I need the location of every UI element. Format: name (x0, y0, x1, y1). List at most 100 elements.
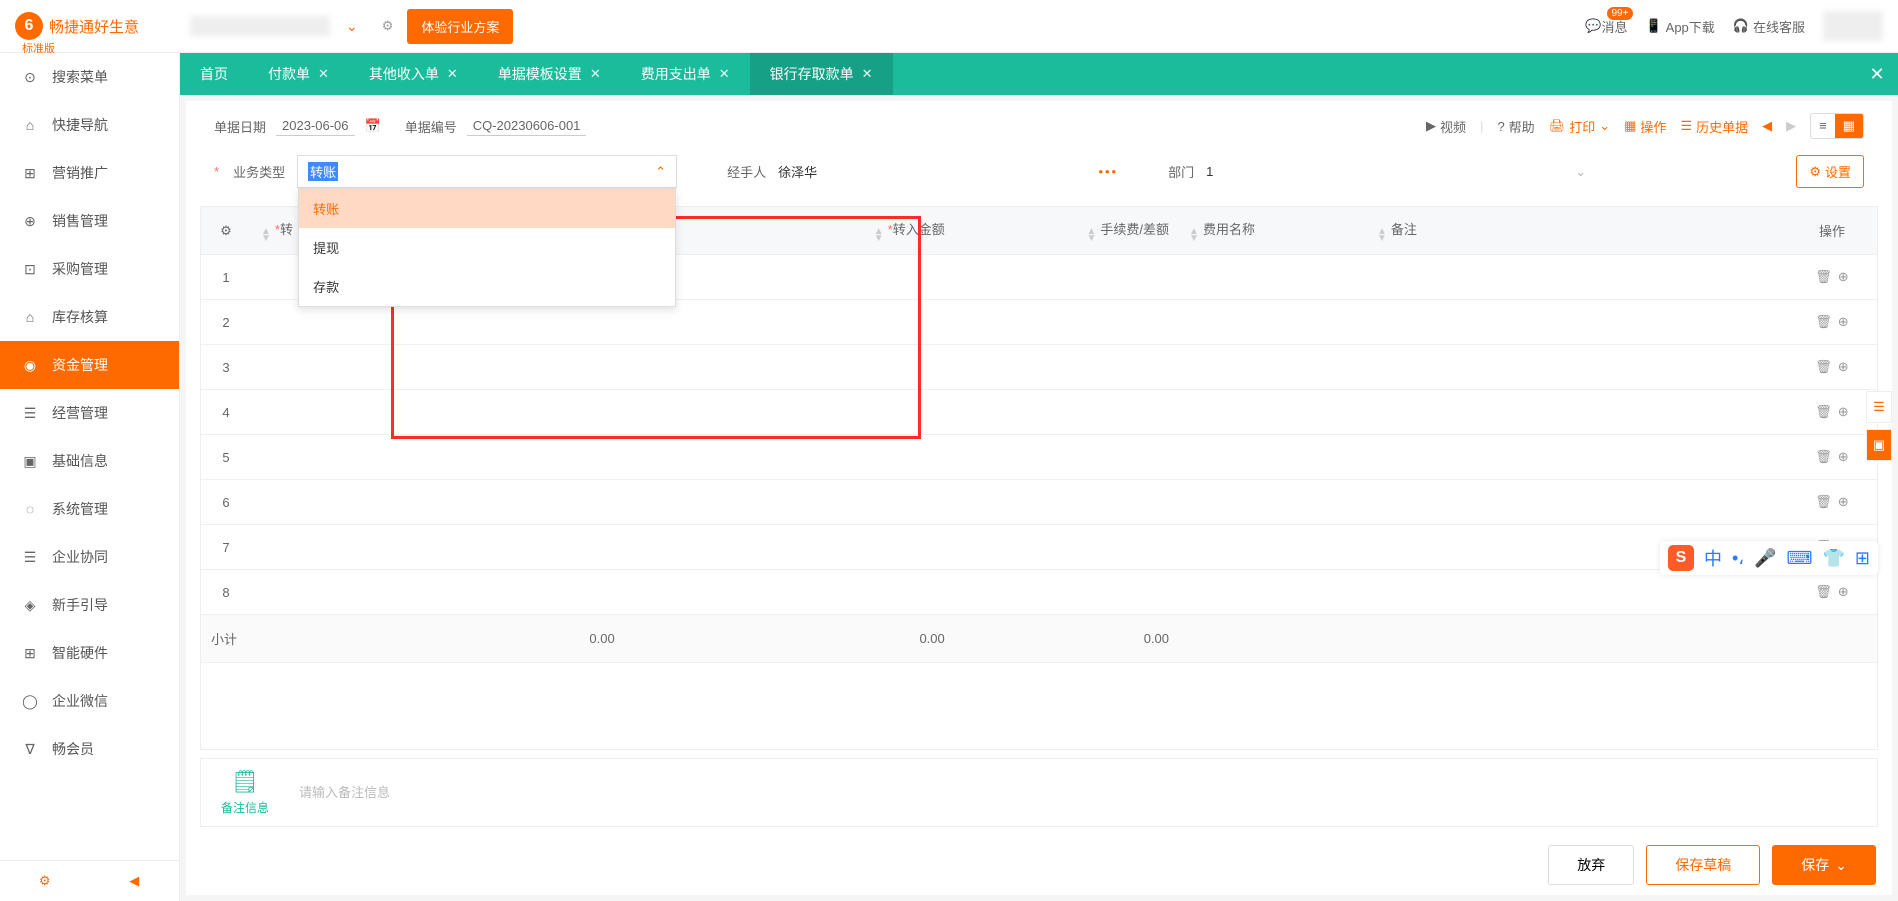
sidebar-item-5[interactable]: ⌂库存核算 (0, 293, 179, 341)
tab-1[interactable]: 付款单✕ (248, 53, 349, 95)
add-icon[interactable]: ⊕ (1838, 359, 1849, 374)
th-remark2[interactable]: ▲▼备注 (1367, 207, 1787, 255)
close-icon[interactable]: ✕ (318, 66, 329, 82)
table-row[interactable]: 4🗑⊕ (201, 390, 1877, 435)
float-btn-1[interactable]: ☰ (1866, 391, 1892, 423)
tab-3[interactable]: 单据模板设置✕ (478, 53, 621, 95)
messages-link[interactable]: 💬 消息 99+ (1585, 17, 1627, 36)
close-all-tabs[interactable]: ✕ (1856, 53, 1898, 95)
tab-2[interactable]: 其他收入单✕ (349, 53, 478, 95)
sidebar-item-2[interactable]: ⊞营销推广 (0, 149, 179, 197)
settings-button[interactable]: ⚙ 设置 (1796, 155, 1864, 188)
sidebar-item-11[interactable]: ◈新手引导 (0, 581, 179, 629)
tab-4[interactable]: 费用支出单✕ (621, 53, 750, 95)
subtotal-fee: 0.00 (955, 615, 1179, 663)
row-ops: 🗑⊕ (1787, 570, 1877, 615)
add-icon[interactable]: ⊕ (1838, 449, 1849, 464)
sidebar-settings-icon[interactable]: ⚙ (0, 861, 90, 901)
ime-shirt-icon[interactable]: 👕 (1822, 548, 1844, 569)
sidebar-item-label: 采购管理 (52, 259, 108, 279)
remark-input[interactable] (299, 785, 1867, 800)
view-grid[interactable]: ▦ (1835, 114, 1863, 138)
save-draft-button[interactable]: 保存草稿 (1646, 845, 1760, 885)
sidebar-item-12[interactable]: ⊞智能硬件 (0, 629, 179, 677)
discard-button[interactable]: 放弃 (1548, 845, 1634, 885)
dropdown-item-withdraw[interactable]: 提现 (299, 228, 675, 267)
date-value[interactable]: 2023-06-06 (276, 116, 355, 136)
dept-select[interactable]: 1 ⌄ (1206, 164, 1586, 180)
history-button[interactable]: ☰历史单据 (1680, 117, 1748, 136)
delete-icon[interactable]: 🗑 (1815, 584, 1832, 599)
float-btn-2[interactable]: ▣ (1866, 429, 1892, 461)
tab-0[interactable]: 首页 (180, 53, 248, 95)
add-icon[interactable]: ⊕ (1838, 584, 1849, 599)
ime-punct-icon[interactable]: •، (1732, 548, 1744, 569)
close-icon[interactable]: ✕ (590, 66, 601, 82)
date-label: 单据日期 (214, 117, 266, 136)
sidebar-icon: ▣ (20, 453, 40, 470)
save-button[interactable]: 保存⌄ (1772, 845, 1876, 885)
support-link[interactable]: 🎧 在线客服 (1733, 17, 1805, 36)
delete-icon[interactable]: 🗑 (1815, 404, 1832, 419)
sidebar-item-4[interactable]: ⊡采购管理 (0, 245, 179, 293)
next-doc[interactable]: ▶ (1786, 118, 1796, 134)
promo-button[interactable]: 体验行业方案 (407, 9, 513, 44)
help-link[interactable]: ?帮助 (1497, 117, 1534, 136)
view-list[interactable]: ≡ (1811, 114, 1835, 138)
sidebar-item-9[interactable]: ◌系统管理 (0, 485, 179, 533)
sidebar-item-8[interactable]: ▣基础信息 (0, 437, 179, 485)
close-icon[interactable]: ✕ (719, 66, 730, 82)
table-row[interactable]: 3🗑⊕ (201, 345, 1877, 390)
delete-icon[interactable]: 🗑 (1815, 314, 1832, 329)
video-link[interactable]: ▶视频 (1426, 117, 1466, 136)
sidebar-item-3[interactable]: ⊕销售管理 (0, 197, 179, 245)
th-gear[interactable]: ⚙ (201, 207, 251, 255)
add-icon[interactable]: ⊕ (1838, 494, 1849, 509)
sidebar-item-label: 销售管理 (52, 211, 108, 231)
ime-keyboard-icon[interactable]: ⌨ (1787, 548, 1813, 569)
ime-logo-icon[interactable]: S (1668, 545, 1694, 571)
add-icon[interactable]: ⊕ (1838, 314, 1849, 329)
add-icon[interactable]: ⊕ (1838, 269, 1849, 284)
sidebar-item-6[interactable]: ◉资金管理 (0, 341, 179, 389)
ime-lang[interactable]: 中 (1704, 545, 1722, 571)
handler-select[interactable]: 徐泽华 ••• (778, 156, 1118, 187)
th-fee-diff[interactable]: ▲▼手续费/差额 (955, 207, 1179, 255)
gear-icon[interactable]: ⚙ (382, 18, 394, 34)
table-row[interactable]: 6🗑⊕ (201, 480, 1877, 525)
more-icon[interactable]: ••• (1098, 164, 1118, 179)
tab-5[interactable]: 银行存取款单✕ (750, 53, 893, 95)
th-transfer-in-amount[interactable]: ▲▼*转入金额 (756, 207, 955, 255)
table-row[interactable]: 7🗑⊕ (201, 525, 1877, 570)
app-download-link[interactable]: 📱 App下载 (1645, 17, 1714, 36)
sidebar-item-13[interactable]: ◯企业微信 (0, 677, 179, 725)
close-icon[interactable]: ✕ (862, 66, 873, 82)
table-row[interactable]: 5🗑⊕ (201, 435, 1877, 480)
th-fee-name[interactable]: ▲▼费用名称 (1179, 207, 1367, 255)
ime-mic-icon[interactable]: 🎤 (1754, 548, 1776, 569)
delete-icon[interactable]: 🗑 (1815, 494, 1832, 509)
table-row[interactable]: 8🗑⊕ (201, 570, 1877, 615)
delete-icon[interactable]: 🗑 (1815, 359, 1832, 374)
dropdown-item-deposit[interactable]: 存款 (299, 267, 675, 306)
sidebar-item-0[interactable]: ⊙搜索菜单 (0, 53, 179, 101)
sidebar-collapse-icon[interactable]: ◀ (90, 861, 180, 901)
close-icon[interactable]: ✕ (447, 66, 458, 82)
operate-button[interactable]: ▦操作 (1624, 117, 1666, 136)
sidebar-item-10[interactable]: ☰企业协同 (0, 533, 179, 581)
chevron-down-icon[interactable]: ⌄ (346, 18, 358, 35)
print-button[interactable]: 🖨打印 ⌄ (1549, 117, 1610, 136)
avatar[interactable] (1823, 11, 1883, 41)
add-icon[interactable]: ⊕ (1838, 404, 1849, 419)
sidebar-item-1[interactable]: ⌂快捷导航 (0, 101, 179, 149)
sidebar-item-14[interactable]: ∇畅会员 (0, 725, 179, 773)
dropdown-item-transfer[interactable]: 转账 (299, 189, 675, 228)
delete-icon[interactable]: 🗑 (1815, 269, 1832, 284)
calendar-icon[interactable]: 📅 (365, 118, 381, 134)
prev-doc[interactable]: ◀ (1762, 118, 1772, 134)
ime-grid-icon[interactable]: ⊞ (1855, 548, 1870, 569)
org-name[interactable] (190, 16, 330, 36)
sidebar-item-7[interactable]: ☰经营管理 (0, 389, 179, 437)
delete-icon[interactable]: 🗑 (1815, 449, 1832, 464)
biz-type-select[interactable]: 转账 ⌃ 转账 提现 存款 (297, 155, 677, 188)
